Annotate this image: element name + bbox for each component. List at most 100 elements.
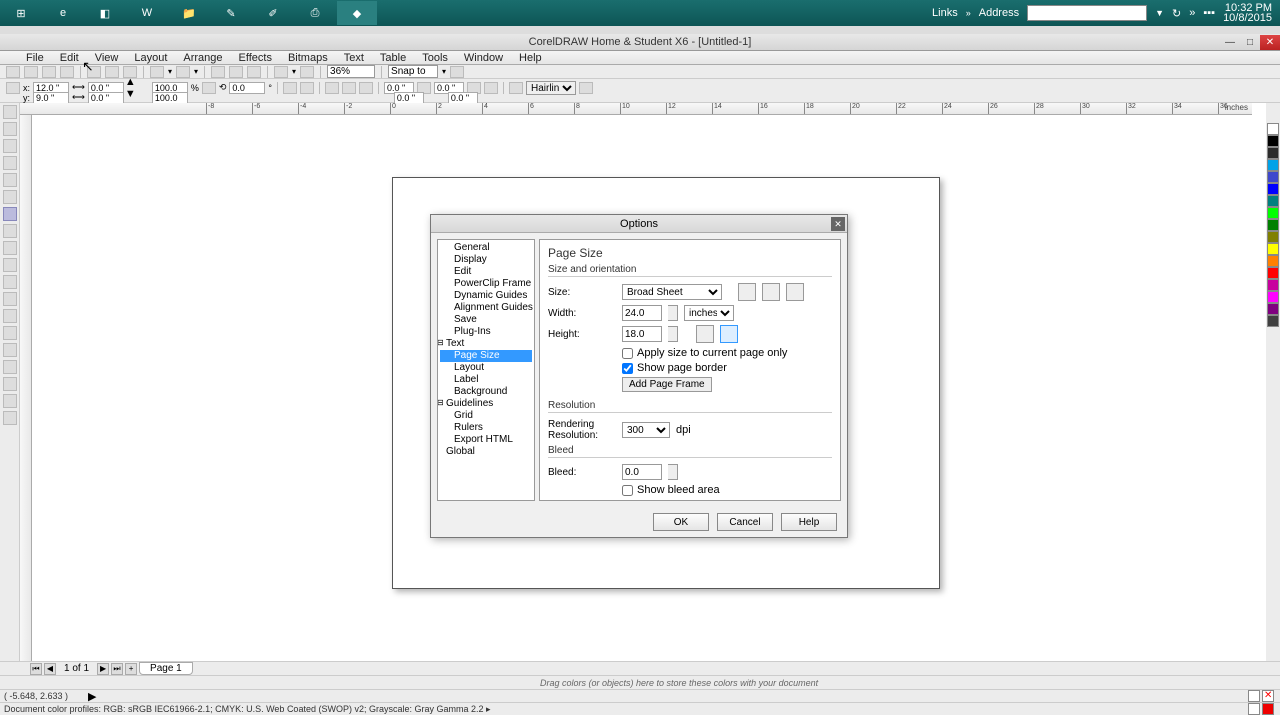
bleed-input[interactable] xyxy=(622,464,662,480)
dup-y2-input[interactable] xyxy=(448,92,478,104)
undo-icon[interactable] xyxy=(150,66,164,78)
tree-layout[interactable]: Layout xyxy=(440,362,532,374)
menu-arrange[interactable]: Arrange xyxy=(175,52,230,64)
table-tool-icon[interactable] xyxy=(3,292,17,306)
connector-tool-icon[interactable] xyxy=(3,326,17,340)
add-page-frame-button[interactable]: Add Page Frame xyxy=(622,377,712,392)
document-palette[interactable]: Drag colors (or objects) here to store t… xyxy=(0,675,1280,689)
edit-preset-icon[interactable] xyxy=(762,283,780,301)
freehand-tool-icon[interactable] xyxy=(3,173,17,187)
next-page-button[interactable]: ▶ xyxy=(97,663,109,675)
start-button[interactable]: ⊞ xyxy=(1,1,41,25)
clock[interactable]: 10:32 PM 10/8/2015 xyxy=(1223,3,1272,23)
fill-tool-icon[interactable] xyxy=(3,394,17,408)
color-swatch[interactable] xyxy=(1267,219,1279,231)
new-icon[interactable] xyxy=(6,66,20,78)
options-icon[interactable] xyxy=(450,66,464,78)
dimension-tool-icon[interactable] xyxy=(3,309,17,323)
bleed-spinner[interactable] xyxy=(668,464,678,480)
links-label[interactable]: Links xyxy=(932,7,958,19)
color-swatch[interactable] xyxy=(1267,315,1279,327)
redo-icon[interactable] xyxy=(176,66,190,78)
rotate-input[interactable] xyxy=(229,82,265,94)
menu-text[interactable]: Text xyxy=(336,52,372,64)
unit-select[interactable]: inches xyxy=(684,305,734,321)
color-swatch[interactable] xyxy=(1267,183,1279,195)
save-icon[interactable] xyxy=(42,66,56,78)
tree-general[interactable]: General xyxy=(440,242,532,254)
snap-to-select[interactable] xyxy=(388,65,438,78)
corel-task-icon[interactable]: ◆ xyxy=(337,1,377,25)
pen-icon[interactable]: ✎ xyxy=(211,1,251,25)
zoom-level-input[interactable] xyxy=(327,65,375,78)
y-pos-input[interactable] xyxy=(33,92,69,104)
color-swatch[interactable] xyxy=(1267,267,1279,279)
outline-swatch-2[interactable] xyxy=(1262,703,1274,715)
outline-icon[interactable] xyxy=(509,82,523,94)
menu-window[interactable]: Window xyxy=(456,52,511,64)
tree-display[interactable]: Display xyxy=(440,254,532,266)
menu-layout[interactable]: Layout xyxy=(126,52,175,64)
ellipse-tool-icon[interactable] xyxy=(3,224,17,238)
ok-button[interactable]: OK xyxy=(653,513,709,531)
tree-rulers[interactable]: Rulers xyxy=(440,422,532,434)
tree-save[interactable]: Save xyxy=(440,314,532,326)
color-swatch[interactable] xyxy=(1267,231,1279,243)
fill-swatch-2[interactable] xyxy=(1248,703,1260,715)
last-page-button[interactable]: ⏭ xyxy=(111,663,123,675)
options-tree[interactable]: General Display Edit PowerClip Frame Dyn… xyxy=(437,239,535,501)
height-spinner[interactable] xyxy=(668,326,678,342)
tree-alignment-guides[interactable]: Alignment Guides xyxy=(440,302,532,314)
shape-tool-icon[interactable] xyxy=(3,122,17,136)
outline-width-select[interactable]: Hairline xyxy=(526,81,576,95)
export-icon[interactable] xyxy=(229,66,243,78)
dup-y-input[interactable] xyxy=(394,92,424,104)
color-swatch[interactable] xyxy=(1267,159,1279,171)
menu-effects[interactable]: Effects xyxy=(231,52,280,64)
import-icon[interactable] xyxy=(211,66,225,78)
tree-plugins[interactable]: Plug-Ins xyxy=(440,326,532,338)
tree-label[interactable]: Label xyxy=(440,374,532,386)
color-swatch[interactable] xyxy=(1267,147,1279,159)
width-spinner[interactable] xyxy=(668,305,678,321)
address-input[interactable] xyxy=(1027,5,1147,21)
tray-icon[interactable]: ▪▪▪ xyxy=(1203,7,1215,19)
color-swatch[interactable] xyxy=(1267,195,1279,207)
color-swatch[interactable] xyxy=(1267,243,1279,255)
menu-table[interactable]: Table xyxy=(372,52,414,64)
mirror-h-icon[interactable] xyxy=(283,82,297,94)
polygon-tool-icon[interactable] xyxy=(3,241,17,255)
treat-as-filled-icon[interactable] xyxy=(342,82,356,94)
color-swatch[interactable] xyxy=(1267,291,1279,303)
outline-tool-icon[interactable] xyxy=(3,377,17,391)
tree-grid[interactable]: Grid xyxy=(440,410,532,422)
tree-guidelines[interactable]: Guidelines xyxy=(440,398,532,410)
minimize-button[interactable]: — xyxy=(1220,35,1240,50)
cancel-button[interactable]: Cancel xyxy=(717,513,773,531)
interactive-fill-tool-icon[interactable] xyxy=(3,411,17,425)
page-tab[interactable]: Page 1 xyxy=(139,662,193,675)
show-border-checkbox[interactable]: Show page border xyxy=(622,362,832,374)
first-page-button[interactable]: ⏮ xyxy=(30,663,42,675)
portrait-icon[interactable] xyxy=(696,325,714,343)
tree-global[interactable]: Global xyxy=(440,446,532,458)
maximize-button[interactable]: □ xyxy=(1240,35,1260,50)
smart-fill-tool-icon[interactable] xyxy=(3,190,17,204)
help-button[interactable]: Help xyxy=(781,513,837,531)
tree-edit[interactable]: Edit xyxy=(440,266,532,278)
eyedropper-tool-icon[interactable] xyxy=(3,360,17,374)
refresh-icon[interactable] xyxy=(579,82,593,94)
mirror-v-icon[interactable] xyxy=(300,82,314,94)
outline-swatch[interactable]: ✕ xyxy=(1262,690,1274,702)
tree-text[interactable]: Text xyxy=(440,338,532,350)
cut-icon[interactable] xyxy=(87,66,101,78)
zoom-tool-icon[interactable] xyxy=(3,156,17,170)
close-button[interactable]: ✕ xyxy=(1260,35,1280,50)
print-icon[interactable] xyxy=(60,66,74,78)
color-swatch[interactable] xyxy=(1267,207,1279,219)
color-swatch[interactable] xyxy=(1267,135,1279,147)
menu-file[interactable]: File xyxy=(18,52,52,64)
delete-preset-icon[interactable] xyxy=(786,283,804,301)
tree-powerclip[interactable]: PowerClip Frame xyxy=(440,278,532,290)
snap-baseline-icon[interactable] xyxy=(359,82,373,94)
